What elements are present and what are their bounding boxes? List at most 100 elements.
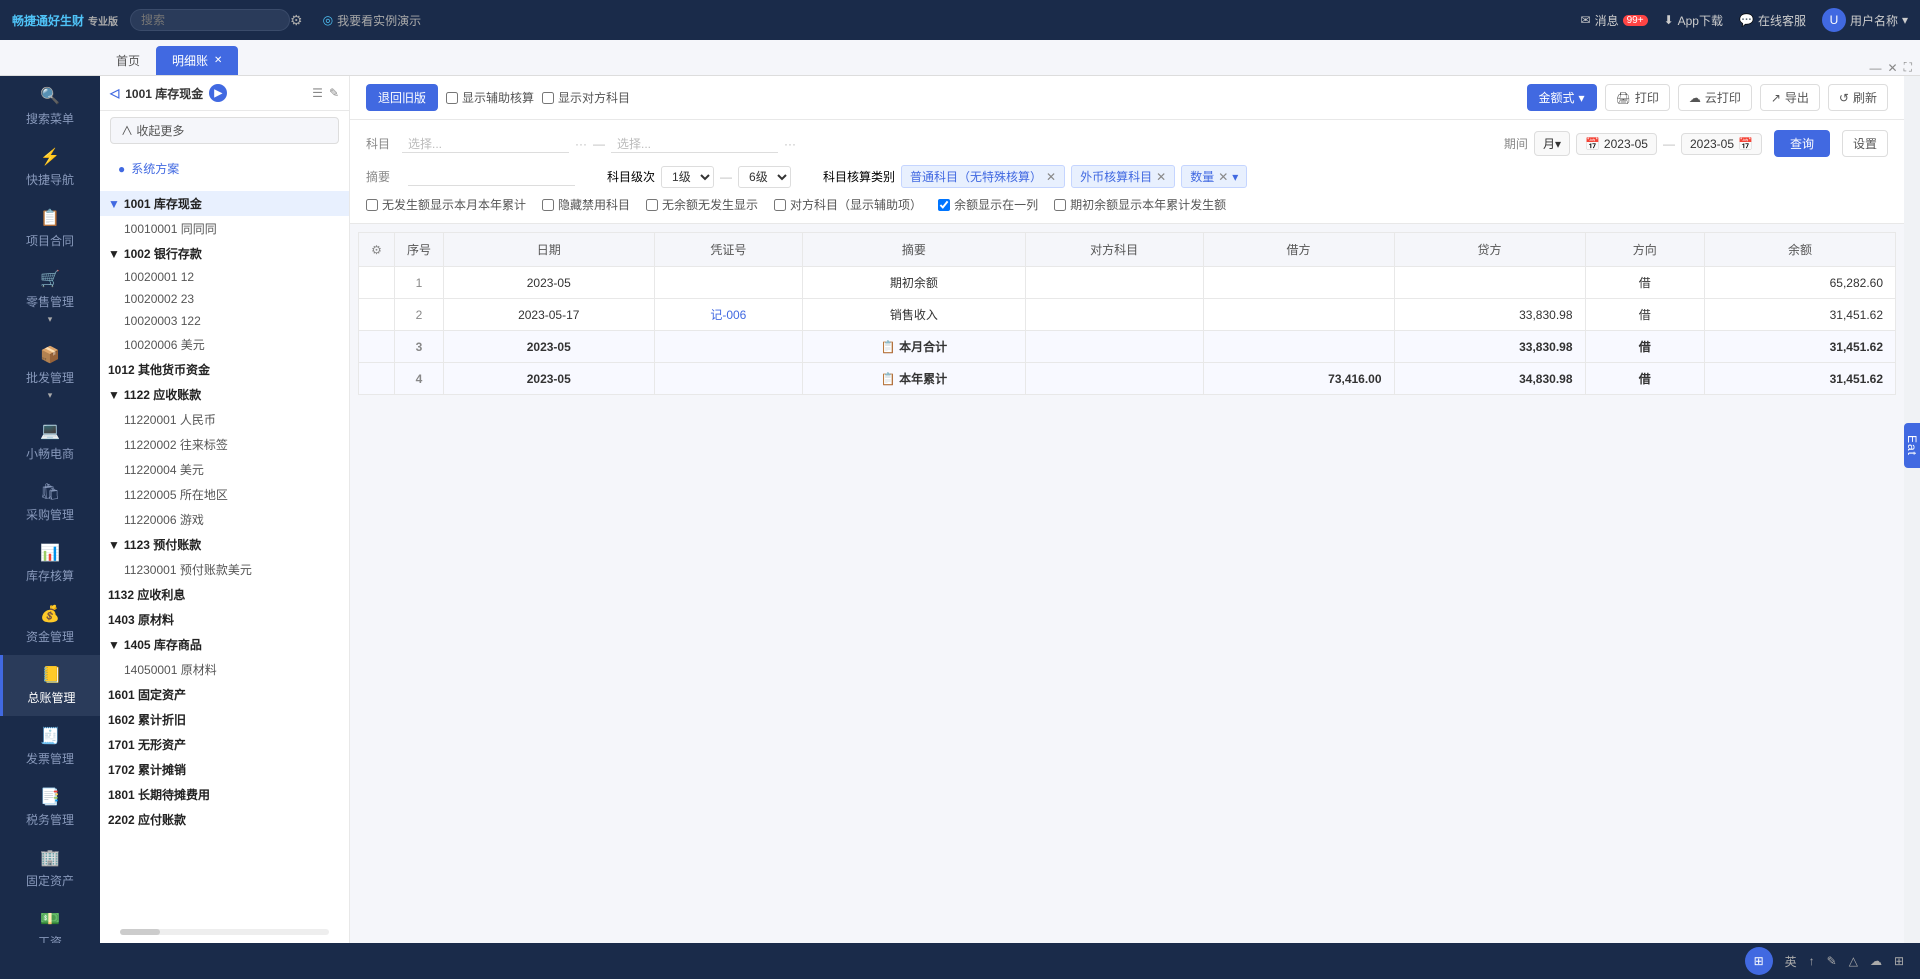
- top-settings-icon[interactable]: ⚙: [290, 12, 303, 29]
- option-3[interactable]: 对方科目（显示辅助项）: [774, 196, 922, 213]
- tree-item-10020006[interactable]: 10020006 美元: [100, 332, 349, 357]
- tab-home[interactable]: 首页: [100, 46, 156, 75]
- option-1[interactable]: 隐藏禁用科目: [542, 196, 630, 213]
- sidebar-item-project[interactable]: 📋 项目合同: [0, 198, 100, 259]
- user-avatar-btn[interactable]: U 用户名称 ▾: [1822, 8, 1908, 32]
- message-btn[interactable]: ✉ 消息 99+: [1581, 12, 1648, 29]
- option-0-check[interactable]: [366, 199, 378, 211]
- setting-btn[interactable]: 设置: [1842, 130, 1888, 157]
- tree-item-1801[interactable]: 1801 长期待摊费用: [100, 782, 349, 807]
- scheme-item[interactable]: ● 系统方案: [110, 156, 339, 181]
- period-start-input[interactable]: 📅 2023-05: [1576, 133, 1657, 155]
- list-view-icon[interactable]: ☰: [312, 86, 323, 100]
- period-dropdown-btn[interactable]: 月▾: [1534, 131, 1570, 156]
- show-aux-checkbox-label[interactable]: 显示辅助核算: [446, 89, 534, 106]
- window-minimize-icon[interactable]: —: [1870, 61, 1882, 75]
- show-contra-checkbox-label[interactable]: 显示对方科目: [542, 89, 630, 106]
- tag-2-arrow[interactable]: ▾: [1232, 170, 1238, 184]
- tree-item-1012[interactable]: 1012 其他货币资金: [100, 357, 349, 382]
- sidebar-item-wholesale[interactable]: 📦 批发管理 ▾: [0, 335, 100, 411]
- filter-tag-2-remove[interactable]: ✕: [1218, 170, 1228, 184]
- tree-item-1702[interactable]: 1702 累计摊销: [100, 757, 349, 782]
- tree-item-10020001[interactable]: 10020001 12: [100, 266, 349, 288]
- tree-item-11220005[interactable]: 11220005 所在地区: [100, 482, 349, 507]
- filter-tag-1-remove[interactable]: ✕: [1156, 170, 1166, 184]
- tree-item-1123[interactable]: ▼ 1123 预付账款: [100, 532, 349, 557]
- tree-item-11230001[interactable]: 11230001 预付账款美元: [100, 557, 349, 582]
- tab-close-icon[interactable]: ✕: [214, 55, 222, 66]
- tree-item-10010001[interactable]: 10010001 同同同: [100, 216, 349, 241]
- demo-link[interactable]: ◎ 我要看实例演示: [323, 12, 422, 29]
- option-1-check[interactable]: [542, 199, 554, 211]
- bottom-item-5[interactable]: ⊞: [1894, 954, 1904, 968]
- right-collapse-btn[interactable]: Eat: [1904, 423, 1920, 468]
- tree-item-1132[interactable]: 1132 应收利息: [100, 582, 349, 607]
- subject-input-start[interactable]: [402, 134, 569, 153]
- sidebar-item-ecommerce[interactable]: 💻 小畅电商: [0, 411, 100, 472]
- level-start-select[interactable]: 1级2级3级: [661, 166, 714, 188]
- print-btn[interactable]: 🖨 打印: [1605, 84, 1670, 111]
- tab-detail[interactable]: 明细账 ✕: [156, 46, 238, 75]
- sidebar-item-search[interactable]: 🔍 搜索菜单: [0, 76, 100, 137]
- bottom-en-btn[interactable]: 英: [1785, 953, 1797, 970]
- back-btn[interactable]: 退回旧版: [366, 84, 438, 111]
- show-contra-checkbox[interactable]: [542, 92, 554, 104]
- level-end-select[interactable]: 6级5级4级: [738, 166, 791, 188]
- show-aux-checkbox[interactable]: [446, 92, 458, 104]
- option-0[interactable]: 无发生额显示本月本年累计: [366, 196, 526, 213]
- window-expand-icon[interactable]: ⛶: [1904, 60, 1912, 75]
- sidebar-item-ledger[interactable]: 📒 总账管理: [0, 655, 100, 716]
- export-btn[interactable]: ↗ 导出: [1760, 84, 1820, 111]
- bottom-item-2[interactable]: ✎: [1827, 954, 1837, 968]
- amount-format-btn[interactable]: 金额式 ▾: [1527, 84, 1597, 111]
- expand-btn[interactable]: ∧ 收起更多: [110, 117, 339, 144]
- tree-item-11220002[interactable]: 11220002 往来标签: [100, 432, 349, 457]
- tree-item-2202[interactable]: 2202 应付账款: [100, 807, 349, 832]
- online-service-btn[interactable]: 💬 在线客服: [1739, 12, 1806, 29]
- option-3-check[interactable]: [774, 199, 786, 211]
- summary-input[interactable]: [408, 167, 575, 186]
- option-2[interactable]: 无余额无发生显示: [646, 196, 758, 213]
- query-btn[interactable]: 查询: [1774, 130, 1830, 157]
- sidebar-item-salary[interactable]: 💵 工资: [0, 899, 100, 943]
- sidebar-item-retail[interactable]: 🛒 零售管理 ▾: [0, 259, 100, 335]
- top-search-input[interactable]: [130, 9, 290, 31]
- filter-tag-0-remove[interactable]: ✕: [1046, 170, 1056, 184]
- sidebar-item-tax[interactable]: 📑 税务管理: [0, 777, 100, 838]
- tree-item-1602[interactable]: 1602 累计折旧: [100, 707, 349, 732]
- tree-item-1403[interactable]: 1403 原材料: [100, 607, 349, 632]
- tree-item-14050001[interactable]: 14050001 原材料: [100, 657, 349, 682]
- tree-item-11220004[interactable]: 11220004 美元: [100, 457, 349, 482]
- bottom-blue-btn[interactable]: ⊞: [1745, 947, 1773, 975]
- edit-icon[interactable]: ✎: [329, 86, 339, 100]
- bottom-item-3[interactable]: △: [1849, 954, 1858, 968]
- tree-item-1122[interactable]: ▼ 1122 应收账款: [100, 382, 349, 407]
- left-panel-arrow[interactable]: ▶: [209, 84, 227, 102]
- sidebar-item-purchase[interactable]: 🛍 采购管理: [0, 472, 100, 533]
- scroll-indicator[interactable]: [120, 929, 329, 935]
- sidebar-item-capital[interactable]: 💰 资金管理: [0, 594, 100, 655]
- tree-item-11220006[interactable]: 11220006 游戏: [100, 507, 349, 532]
- window-close-icon[interactable]: ✕: [1888, 61, 1898, 75]
- row-2-voucher[interactable]: 记-006: [654, 299, 803, 331]
- cloud-print-btn[interactable]: ☁ 云打印: [1678, 84, 1752, 111]
- option-4[interactable]: 余额显示在一列: [938, 196, 1038, 213]
- period-end-input[interactable]: 2023-05 📅: [1681, 133, 1762, 155]
- app-download-btn[interactable]: ⬇ App下载: [1664, 12, 1723, 29]
- option-4-check[interactable]: [938, 199, 950, 211]
- option-2-check[interactable]: [646, 199, 658, 211]
- tree-item-1002[interactable]: ▼ 1002 银行存款: [100, 241, 349, 266]
- option-5-check[interactable]: [1054, 199, 1066, 211]
- sidebar-item-fixedasset[interactable]: 🏢 固定资产: [0, 838, 100, 899]
- subject-input-end[interactable]: [611, 134, 778, 153]
- tree-item-10020003[interactable]: 10020003 122: [100, 310, 349, 332]
- table-settings-icon[interactable]: ⚙: [371, 243, 382, 257]
- bottom-item-1[interactable]: ↑: [1809, 954, 1815, 968]
- tree-item-11220001[interactable]: 11220001 人民币: [100, 407, 349, 432]
- sidebar-item-inventory[interactable]: 📊 库存核算: [0, 533, 100, 594]
- tree-item-1701[interactable]: 1701 无形资产: [100, 732, 349, 757]
- tree-item-1405[interactable]: ▼ 1405 库存商品: [100, 632, 349, 657]
- bottom-item-4[interactable]: ☁: [1870, 954, 1882, 968]
- sidebar-item-invoice[interactable]: 🧾 发票管理: [0, 716, 100, 777]
- voucher-link[interactable]: 记-006: [710, 308, 746, 322]
